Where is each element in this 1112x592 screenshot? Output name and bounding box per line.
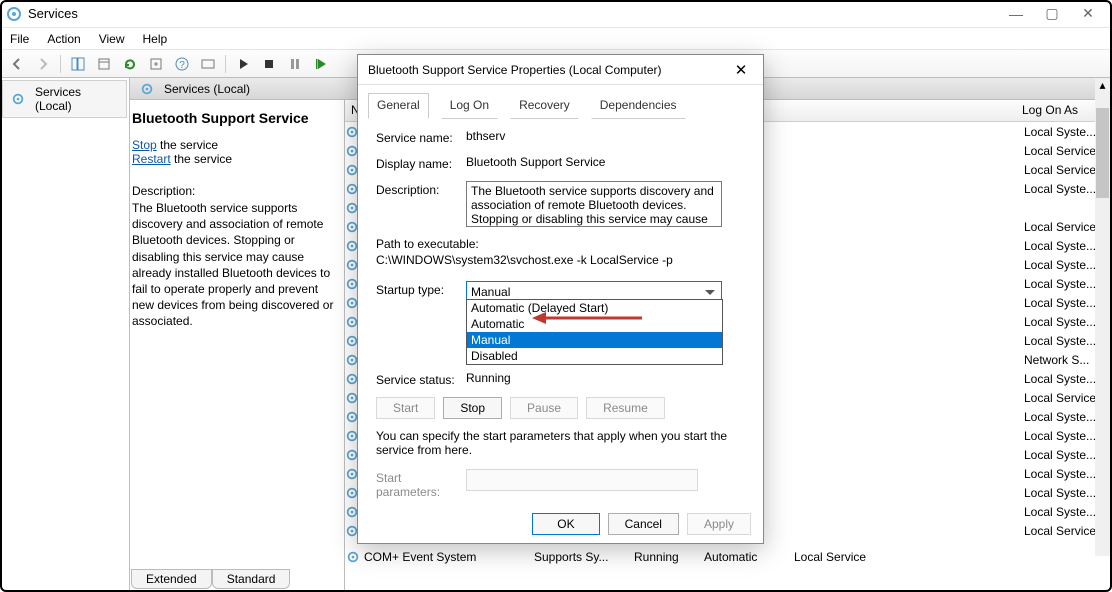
play-button[interactable] [232,53,254,75]
content-header-label: Services (Local) [164,82,250,96]
label-description: Description: [376,181,466,197]
start-note: You can specify the start parameters tha… [376,429,745,457]
menu-help[interactable]: Help [143,32,168,46]
dialog-title: Bluetooth Support Service Properties (Lo… [368,63,729,77]
stop-service-button[interactable]: Stop [443,397,502,419]
label-service-name: Service name: [376,129,466,145]
nav-pane: Services (Local) [0,78,130,592]
label-path: Path to executable: [376,237,745,251]
pause-service-button[interactable]: Pause [510,397,578,419]
gear-icon [346,550,360,564]
desc-text: The Bluetooth service supports discovery… [132,200,336,330]
col-logon[interactable]: Log On As [1016,100,1098,121]
desc-label: Description: [132,184,336,198]
value-service-status: Running [466,371,745,385]
tab-recovery[interactable]: Recovery [510,93,579,119]
dropdown-manual[interactable]: Manual [467,332,722,348]
cell-status: Running [634,550,704,564]
startup-type-value: Manual [471,285,510,299]
menu-file[interactable]: File [10,32,29,46]
start-params-input [466,469,698,491]
menubar: File Action View Help [0,28,1112,50]
dialog-tabs: General Log On Recovery Dependencies [358,85,763,119]
gear-icon [11,92,25,106]
forward-button[interactable] [32,53,54,75]
value-display-name: Bluetooth Support Service [466,155,745,169]
tab-logon[interactable]: Log On [441,93,498,119]
stop-button[interactable] [258,53,280,75]
svg-text:?: ? [179,60,185,71]
detail-panel: Bluetooth Support Service Stop the servi… [130,100,345,592]
stop-tail: the service [157,138,218,152]
minimize-button[interactable]: — [998,0,1034,28]
properties-dialog: Bluetooth Support Service Properties (Lo… [357,54,764,544]
export-button[interactable] [145,53,167,75]
services-app-icon [6,6,22,22]
back-button[interactable] [6,53,28,75]
cell-desc: Supports Sy... [534,550,634,564]
restart-link[interactable]: Restart [132,152,171,166]
cancel-button[interactable]: Cancel [608,513,679,535]
scrollbar-thumb[interactable] [1096,108,1109,198]
value-service-name: bthserv [466,129,745,143]
maximize-button[interactable]: ▢ [1034,0,1070,28]
pause-button[interactable] [284,53,306,75]
dialog-titlebar: Bluetooth Support Service Properties (Lo… [358,55,763,85]
label-start-params: Start parameters: [376,469,466,499]
footer-tabs: Extended Standard [131,569,290,589]
service-title: Bluetooth Support Service [132,110,336,126]
tab-general[interactable]: General [368,93,429,119]
scroll-up-icon[interactable]: ▴ [1099,78,1105,92]
show-hide-tree-button[interactable] [67,53,89,75]
window-title: Services [28,6,998,21]
properties-button[interactable] [93,53,115,75]
nav-item-label: Services (Local) [35,85,118,113]
manage-button[interactable] [197,53,219,75]
table-row[interactable]: COM+ Event System Supports Sy... Running… [346,547,1098,566]
nav-services-local[interactable]: Services (Local) [2,80,127,118]
label-startup-type: Startup type: [376,281,466,297]
dropdown-auto-delayed[interactable]: Automatic (Delayed Start) [467,300,722,316]
dialog-close-button[interactable]: ✕ [729,58,753,82]
scrollbar-vertical[interactable]: ▴ [1095,78,1110,556]
label-service-status: Service status: [376,371,466,387]
dropdown-disabled[interactable]: Disabled [467,348,722,364]
menu-view[interactable]: View [99,32,125,46]
start-button[interactable]: Start [376,397,435,419]
cell-logon: Local Service [794,550,884,564]
stop-link[interactable]: Stop [132,138,157,152]
titlebar: Services — ▢ ✕ [0,0,1112,28]
help-button[interactable]: ? [171,53,193,75]
tab-standard[interactable]: Standard [212,569,291,589]
ok-button[interactable]: OK [532,513,599,535]
cell-name: COM+ Event System [364,550,534,564]
restart-tail: the service [171,152,232,166]
restart-button[interactable] [310,53,332,75]
cell-startup: Automatic [704,550,794,564]
resume-button[interactable]: Resume [586,397,665,419]
apply-button[interactable]: Apply [687,513,751,535]
tab-extended[interactable]: Extended [131,569,212,589]
refresh-button[interactable] [119,53,141,75]
value-path: C:\WINDOWS\system32\svchost.exe -k Local… [376,253,745,267]
dropdown-automatic[interactable]: Automatic [467,316,722,332]
close-button[interactable]: ✕ [1070,0,1106,28]
tab-dependencies[interactable]: Dependencies [591,93,686,119]
startup-type-dropdown[interactable]: Automatic (Delayed Start) Automatic Manu… [466,299,723,365]
gear-icon [140,82,154,96]
menu-action[interactable]: Action [47,32,80,46]
value-description[interactable] [466,181,722,227]
label-display-name: Display name: [376,155,466,171]
